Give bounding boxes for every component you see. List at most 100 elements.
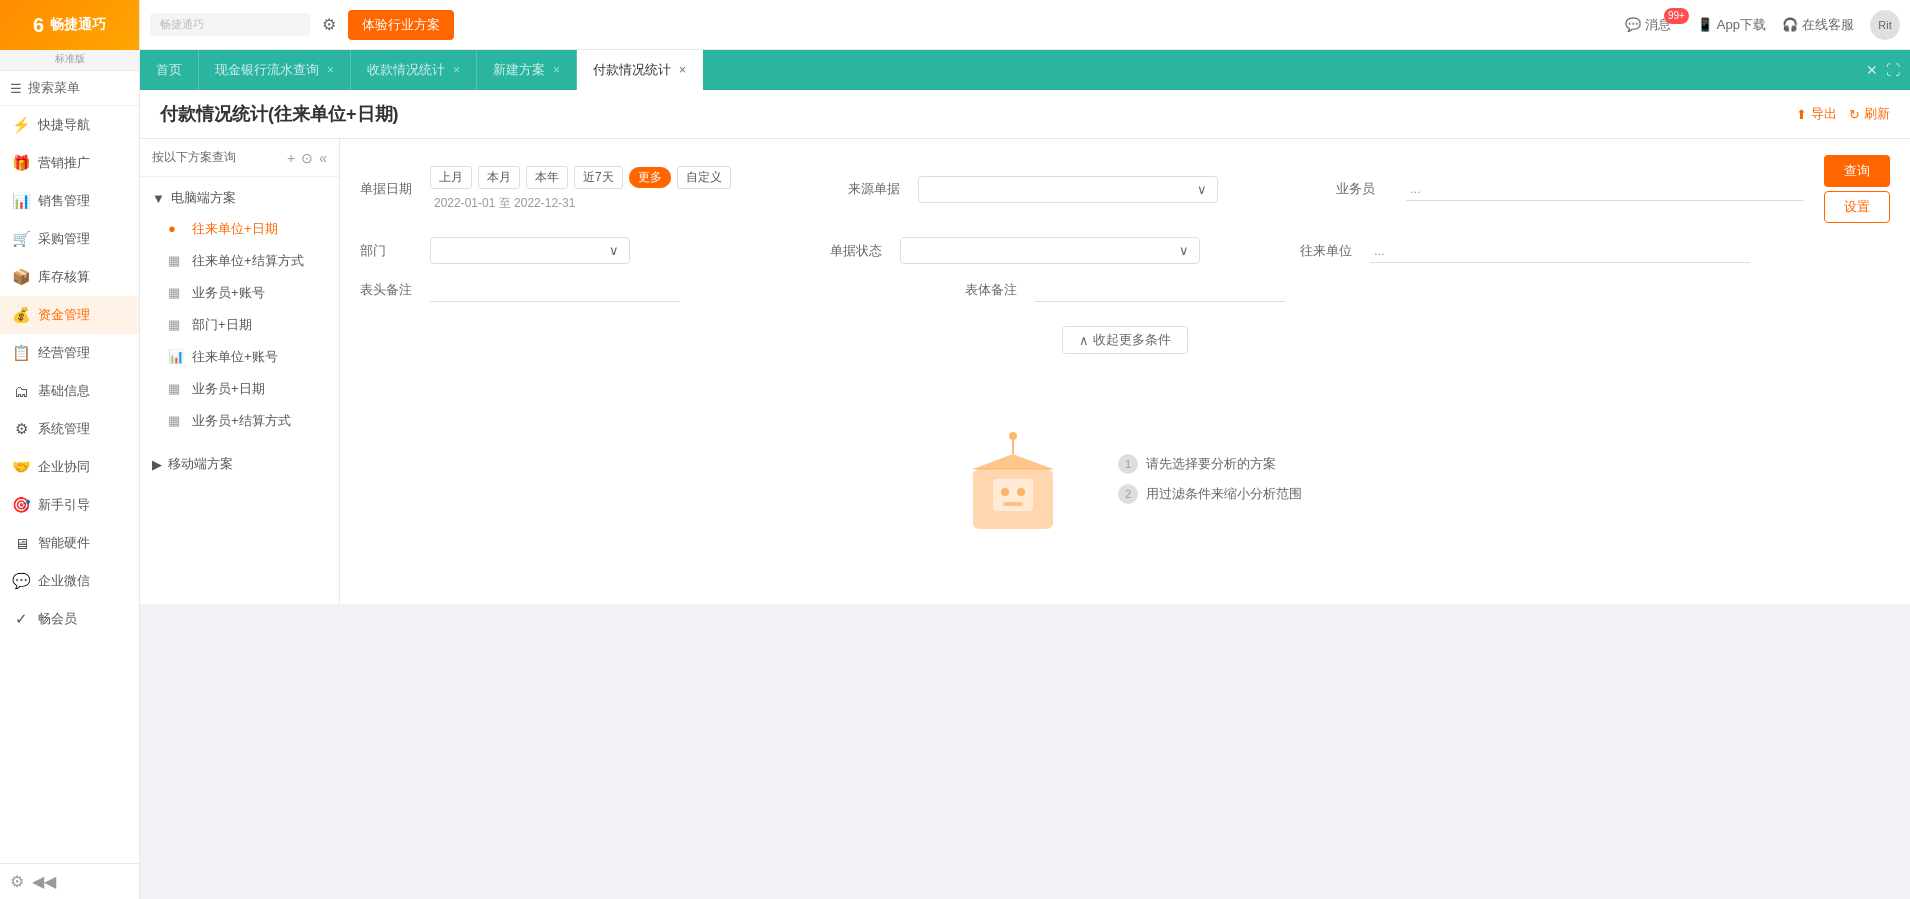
trial-btn[interactable]: 体验行业方案 <box>348 10 454 40</box>
sidebar-item-label: 畅会员 <box>38 610 77 628</box>
query-actions: 查询 设置 <box>1824 155 1890 223</box>
table-header-note-input[interactable] <box>430 278 680 302</box>
scheme-item-dept-date[interactable]: ▦ 部门+日期 <box>140 309 339 341</box>
page-header: 付款情况统计(往来单位+日期) ⬆ 导出 ↻ 刷新 <box>140 90 1910 139</box>
sidebar-item-system[interactable]: ⚙ 系统管理 <box>0 410 139 448</box>
dept-select[interactable]: ∨ <box>430 237 630 264</box>
tab-payment-stats[interactable]: 付款情况统计 × <box>577 50 703 90</box>
query-btn[interactable]: 查询 <box>1824 155 1890 187</box>
refresh-btn[interactable]: ↻ 刷新 <box>1849 105 1890 123</box>
content: 付款情况统计(往来单位+日期) ⬆ 导出 ↻ 刷新 按以下方案查询 + <box>140 90 1910 899</box>
online-service-label: 在线客服 <box>1802 16 1854 34</box>
search-icon: ☰ <box>10 81 22 96</box>
body-area: 按以下方案查询 + ⊙ « ▼ 电脑端方案 ● 往来单位+日期 <box>140 139 1910 604</box>
tab-expand-icon[interactable]: ⛶ <box>1886 62 1900 78</box>
partner-label: 往来单位 <box>1300 242 1360 260</box>
tabbar-actions: ✕ ⛶ <box>1856 50 1910 90</box>
message-badge: 99+ <box>1664 8 1689 24</box>
tab-cashflow-close[interactable]: × <box>327 63 334 77</box>
message-action[interactable]: 💬 消息 99+ <box>1615 16 1681 34</box>
scheme-item-label: 往来单位+账号 <box>192 348 278 366</box>
refresh-label: 刷新 <box>1864 105 1890 123</box>
sidebar-item-operation[interactable]: 📋 经营管理 <box>0 334 139 372</box>
user-avatar[interactable]: Rit <box>1870 10 1900 40</box>
scheme-item-partner-settle[interactable]: ▦ 往来单位+结算方式 <box>140 245 339 277</box>
export-btn[interactable]: ⬆ 导出 <box>1796 105 1837 123</box>
svg-point-8 <box>1009 432 1017 440</box>
source-doc-select[interactable]: ∨ <box>918 176 1218 203</box>
address-bar[interactable]: 畅捷通巧 <box>150 13 310 36</box>
sidebar-item-enterprise[interactable]: 🤝 企业协同 <box>0 448 139 486</box>
tab-receipt-stats-close[interactable]: × <box>453 63 460 77</box>
date-btn-more[interactable]: 更多 <box>629 167 671 188</box>
footer-collapse-icon[interactable]: ◀◀ <box>32 872 56 891</box>
scheme-item-label: 往来单位+日期 <box>192 220 278 238</box>
scheme-section-mobile-header[interactable]: ▶ 移动端方案 <box>140 449 339 479</box>
tab-cashflow[interactable]: 现金银行流水查询 × <box>199 50 351 90</box>
svg-marker-1 <box>973 454 1053 469</box>
scheme-collapse-icon[interactable]: « <box>319 150 327 166</box>
date-btn-custom[interactable]: 自定义 <box>677 166 731 189</box>
sidebar-item-member[interactable]: ✓ 畅会员 <box>0 600 139 638</box>
tab-close-all-icon[interactable]: ✕ <box>1866 62 1878 78</box>
tab-new-scheme[interactable]: 新建方案 × <box>477 50 577 90</box>
sidebar-item-marketing[interactable]: 🎁 营销推广 <box>0 144 139 182</box>
tab-new-scheme-close[interactable]: × <box>553 63 560 77</box>
search-menu[interactable]: ☰ 搜索菜单 <box>0 71 139 106</box>
scheme-item-salesman-date[interactable]: ▦ 业务员+日期 <box>140 373 339 405</box>
filter-row-3: 表头备注 表体备注 <box>360 278 1890 302</box>
export-label: 导出 <box>1811 105 1837 123</box>
filter-doc-status-item: 单据状态 ∨ <box>830 237 1280 264</box>
sidebar-item-quick-nav[interactable]: ⚡ 快捷导航 <box>0 106 139 144</box>
filter-partner-item: 往来单位 ... <box>1300 239 1750 263</box>
scheme-item-partner-account[interactable]: 📊 往来单位+账号 <box>140 341 339 373</box>
scheme-item-salesman-account[interactable]: ▦ 业务员+账号 <box>140 277 339 309</box>
scheme-section-desktop: ▼ 电脑端方案 ● 往来单位+日期 ▦ 往来单位+结算方式 ▦ 业务员+账号 <box>140 177 339 443</box>
date-btn-last-month[interactable]: 上月 <box>430 166 472 189</box>
table-body-note-input[interactable] <box>1035 278 1285 302</box>
sidebar-item-label: 经营管理 <box>38 344 90 362</box>
sidebar-nav: ⚡ 快捷导航 🎁 营销推广 📊 销售管理 🛒 采购管理 📦 库存核算 💰 资金管… <box>0 106 139 863</box>
sidebar-item-label: 智能硬件 <box>38 534 90 552</box>
empty-illustration-svg <box>948 424 1078 544</box>
topbar-settings-icon[interactable]: ⚙ <box>314 11 344 38</box>
sidebar-item-purchase[interactable]: 🛒 采购管理 <box>0 220 139 258</box>
sidebar-item-label: 资金管理 <box>38 306 90 324</box>
quick-nav-icon: ⚡ <box>12 116 30 134</box>
online-service-action[interactable]: 🎧 在线客服 <box>1782 16 1854 34</box>
sidebar-item-inventory[interactable]: 📦 库存核算 <box>0 258 139 296</box>
table-header-note-label: 表头备注 <box>360 281 420 299</box>
page-actions: ⬆ 导出 ↻ 刷新 <box>1796 105 1890 123</box>
scheme-item-icon-6: ▦ <box>168 381 184 397</box>
scheme-settings-icon[interactable]: ⊙ <box>301 150 313 166</box>
sidebar-item-wechat[interactable]: 💬 企业微信 <box>0 562 139 600</box>
scheme-panel-title: 按以下方案查询 <box>152 149 236 166</box>
date-btn-this-year[interactable]: 本年 <box>526 166 568 189</box>
sidebar-item-hardware[interactable]: 🖥 智能硬件 <box>0 524 139 562</box>
tab-payment-stats-close[interactable]: × <box>679 63 686 77</box>
tab-receipt-stats[interactable]: 收款情况统计 × <box>351 50 477 90</box>
sidebar-item-finance[interactable]: 💰 资金管理 <box>0 296 139 334</box>
sales-icon: 📊 <box>12 192 30 210</box>
collapse-btn[interactable]: ∧ 收起更多条件 <box>1062 326 1188 354</box>
sidebar-item-sales[interactable]: 📊 销售管理 <box>0 182 139 220</box>
scheme-item-salesman-settle[interactable]: ▦ 业务员+结算方式 <box>140 405 339 437</box>
scheme-section-desktop-header[interactable]: ▼ 电脑端方案 <box>140 183 339 213</box>
sidebar-item-guide[interactable]: 🎯 新手引导 <box>0 486 139 524</box>
settings-btn[interactable]: 设置 <box>1824 191 1890 223</box>
tab-home[interactable]: 首页 <box>140 50 199 90</box>
footer-settings-icon[interactable]: ⚙ <box>10 872 24 891</box>
scheme-add-icon[interactable]: + <box>287 150 295 166</box>
scheme-item-partner-date[interactable]: ● 往来单位+日期 <box>140 213 339 245</box>
date-btn-this-month[interactable]: 本月 <box>478 166 520 189</box>
date-btn-7days[interactable]: 近7天 <box>574 166 623 189</box>
scheme-item-label: 业务员+日期 <box>192 380 265 398</box>
app-download-action[interactable]: 📱 App下载 <box>1697 16 1766 34</box>
scheme-panel: 按以下方案查询 + ⊙ « ▼ 电脑端方案 ● 往来单位+日期 <box>140 139 340 604</box>
empty-illustration <box>948 424 1078 544</box>
doc-status-select[interactable]: ∨ <box>900 237 1200 264</box>
download-icon: 📱 <box>1697 17 1713 32</box>
dept-arrow: ∨ <box>609 243 619 258</box>
sidebar-item-label: 系统管理 <box>38 420 90 438</box>
sidebar-item-basic[interactable]: 🗂 基础信息 <box>0 372 139 410</box>
